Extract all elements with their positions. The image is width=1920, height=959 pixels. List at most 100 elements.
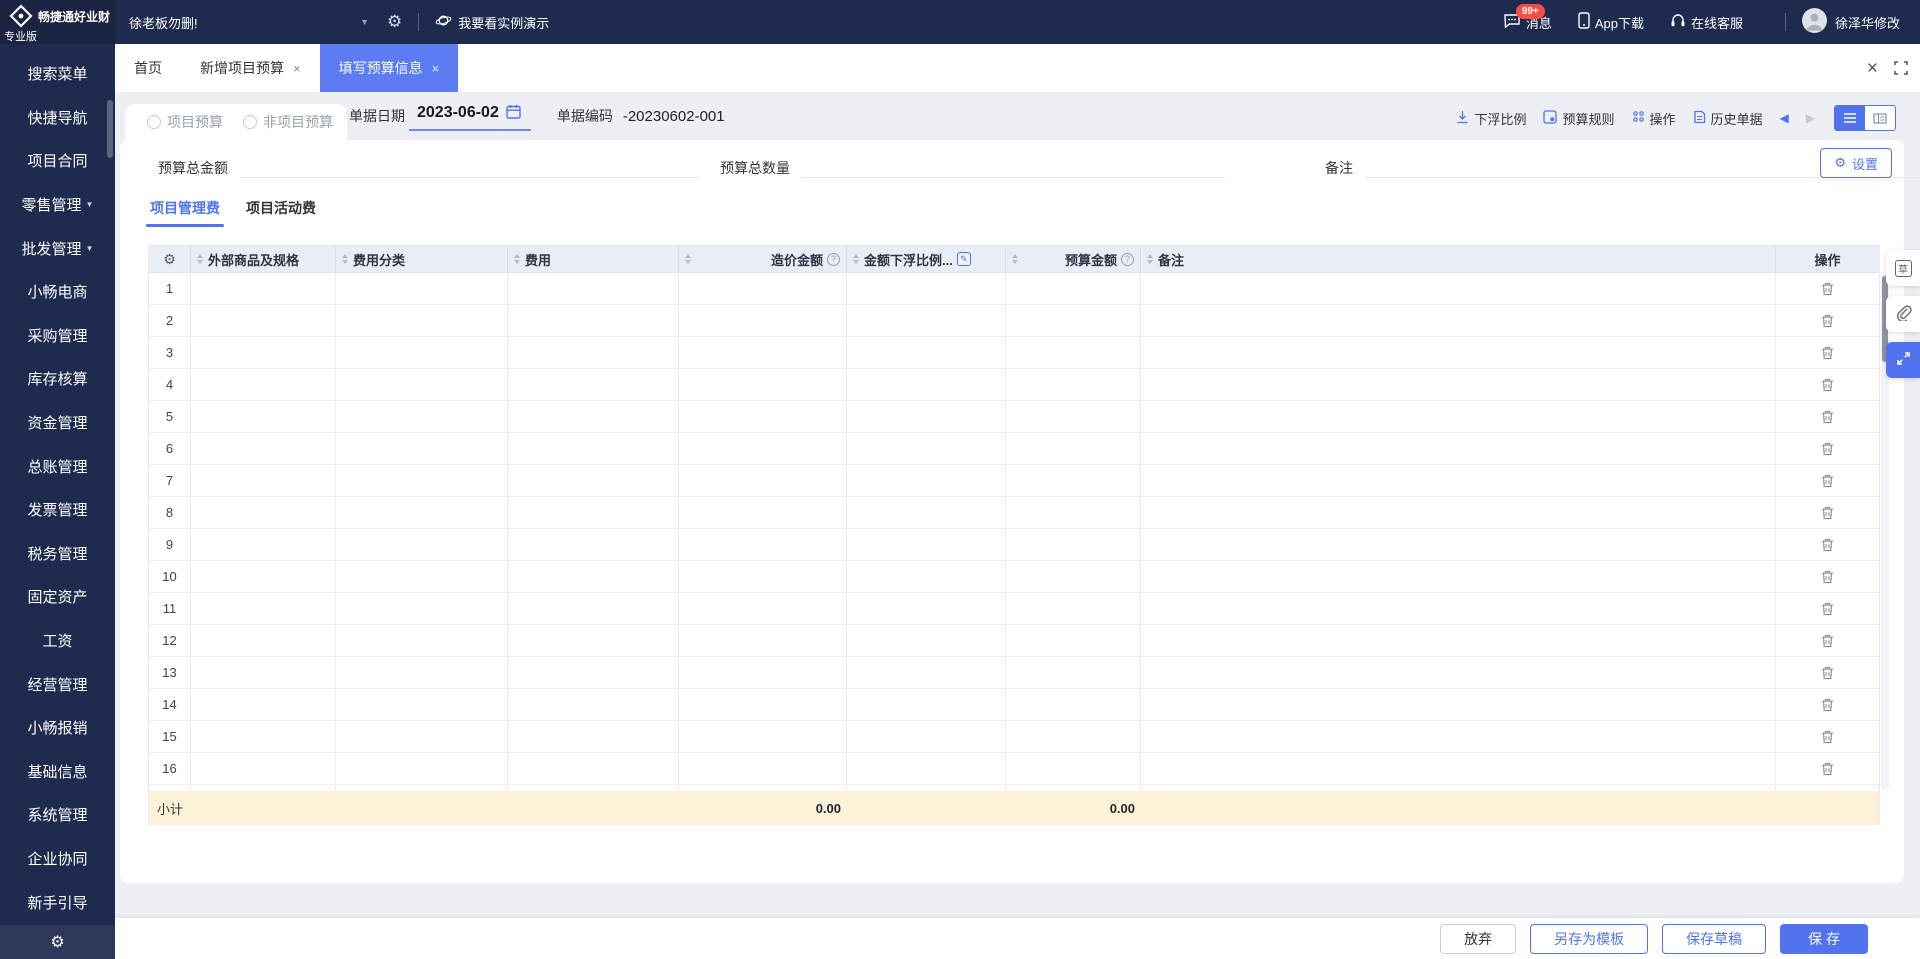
grid-cell[interactable] [191,433,336,464]
grid-cell[interactable] [679,305,847,336]
grid-cell[interactable] [191,561,336,592]
gear-icon[interactable]: ⚙ [163,251,176,268]
sidebar-item-1[interactable]: 搜索菜单 [0,52,115,96]
sidebar-item-11[interactable]: 发票管理 [0,488,115,532]
grid-cell[interactable] [679,273,847,304]
demo-link[interactable]: 我要看实例演示 [435,13,549,32]
calendar-icon[interactable] [506,104,521,122]
grid-cell[interactable] [191,497,336,528]
grid-cell[interactable] [847,337,1006,368]
sort-icon[interactable] [685,251,691,267]
tab-3[interactable]: 填写预算信息 × [319,44,459,92]
sub-tab-1[interactable]: 项目管理费 [146,198,224,227]
grid-cell[interactable] [1006,657,1141,688]
grid-cell[interactable] [1141,497,1776,528]
sort-icon[interactable] [342,251,348,267]
sort-icon[interactable] [514,251,520,267]
grid-cell[interactable] [336,657,508,688]
grid-cell[interactable] [508,657,679,688]
grid-cell[interactable] [1006,529,1141,560]
grid-cell[interactable] [1141,369,1776,400]
delete-row-icon[interactable] [1821,666,1834,680]
grid-cell[interactable] [336,465,508,496]
grid-cell[interactable] [508,529,679,560]
grid-cell[interactable] [1006,401,1141,432]
save-as-template-button[interactable]: 另存为模板 [1530,923,1649,954]
sidebar-item-19[interactable]: 企业协同 [0,837,115,881]
sidebar-settings-button[interactable]: ⚙ [0,925,115,959]
delete-row-icon[interactable] [1821,474,1834,488]
grid-cell[interactable] [508,433,679,464]
sidebar-item-2[interactable]: 快捷导航 [0,96,115,140]
grid-cell[interactable] [336,753,508,784]
grid-cell[interactable] [191,369,336,400]
delete-row-icon[interactable] [1821,282,1834,296]
close-icon[interactable]: × [1867,59,1878,78]
toolbar-history-doc-button[interactable]: 历史单据 [1693,109,1763,128]
help-icon[interactable]: ? [827,252,840,266]
grid-cell[interactable] [679,433,847,464]
grid-cell[interactable] [1006,273,1141,304]
app-download-button[interactable]: App下载 [1578,12,1644,32]
grid-cell[interactable] [679,369,847,400]
tab-2[interactable]: 新增项目预算 × [181,44,320,92]
grid-cell[interactable] [679,337,847,368]
sidebar-item-12[interactable]: 税务管理 [0,532,115,576]
grid-cell[interactable] [1141,721,1776,752]
grid-cell[interactable] [1006,689,1141,720]
grid-cell[interactable] [1141,337,1776,368]
grid-cell[interactable] [336,689,508,720]
delete-row-icon[interactable] [1821,570,1834,584]
grid-cell[interactable] [1006,721,1141,752]
grid-cell[interactable] [508,689,679,720]
grid-cell[interactable] [336,337,508,368]
delete-row-icon[interactable] [1821,698,1834,712]
save-button[interactable]: 保 存 [1780,923,1868,954]
sort-icon[interactable] [197,251,203,267]
sidebar-item-10[interactable]: 总账管理 [0,444,115,488]
sub-tab-2[interactable]: 项目活动费 [246,198,316,227]
sidebar-item-13[interactable]: 固定资产 [0,575,115,619]
grid-cell[interactable] [336,625,508,656]
sidebar-item-8[interactable]: 库存核算 [0,357,115,401]
grid-cell[interactable] [508,721,679,752]
grid-cell[interactable] [191,657,336,688]
sidebar-scrollbar-thumb[interactable] [107,100,113,158]
help-icon[interactable]: ? [1121,252,1134,266]
sidebar-item-17[interactable]: 基础信息 [0,750,115,794]
grid-cell[interactable] [679,657,847,688]
grid-cell[interactable] [847,689,1006,720]
toolbar-down-ratio-button[interactable]: 下浮比例 [1456,109,1526,128]
grid-cell[interactable] [191,689,336,720]
fullscreen-icon[interactable] [1894,61,1908,75]
grid-cell[interactable] [1006,497,1141,528]
sidebar-item-18[interactable]: 系统管理 [0,793,115,837]
sidebar-item-14[interactable]: 工资 [0,619,115,663]
radio-project-budget[interactable]: 项目预算 [147,112,223,132]
grid-cell[interactable] [191,401,336,432]
grid-cell[interactable] [1141,689,1776,720]
grid-cell[interactable] [336,369,508,400]
grid-cell[interactable] [847,593,1006,624]
grid-cell[interactable] [679,465,847,496]
grid-cell[interactable] [679,593,847,624]
grid-cell[interactable] [847,561,1006,592]
sort-icon[interactable] [853,251,859,267]
sidebar-item-16[interactable]: 小畅报销 [0,706,115,750]
grid-cell[interactable] [1006,305,1141,336]
grid-cell[interactable] [191,465,336,496]
grid-cell[interactable] [1141,625,1776,656]
grid-cell[interactable] [1006,337,1141,368]
grid-cell[interactable] [508,561,679,592]
grid-cell[interactable] [191,753,336,784]
save-draft-button[interactable]: 保存草稿 [1662,923,1767,954]
grid-cell[interactable] [1141,433,1776,464]
sidebar-item-5[interactable]: 批发管理 ▼ [0,226,115,270]
column-header-2[interactable]: 费用分类 [336,246,508,272]
grid-cell[interactable] [336,273,508,304]
sidebar-item-6[interactable]: 小畅电商 [0,270,115,314]
radio-nonproject-budget[interactable]: 非项目预算 [243,112,333,132]
draft-list-button[interactable]: 草 [1886,250,1920,286]
delete-row-icon[interactable] [1821,314,1834,328]
grid-cell[interactable] [191,529,336,560]
